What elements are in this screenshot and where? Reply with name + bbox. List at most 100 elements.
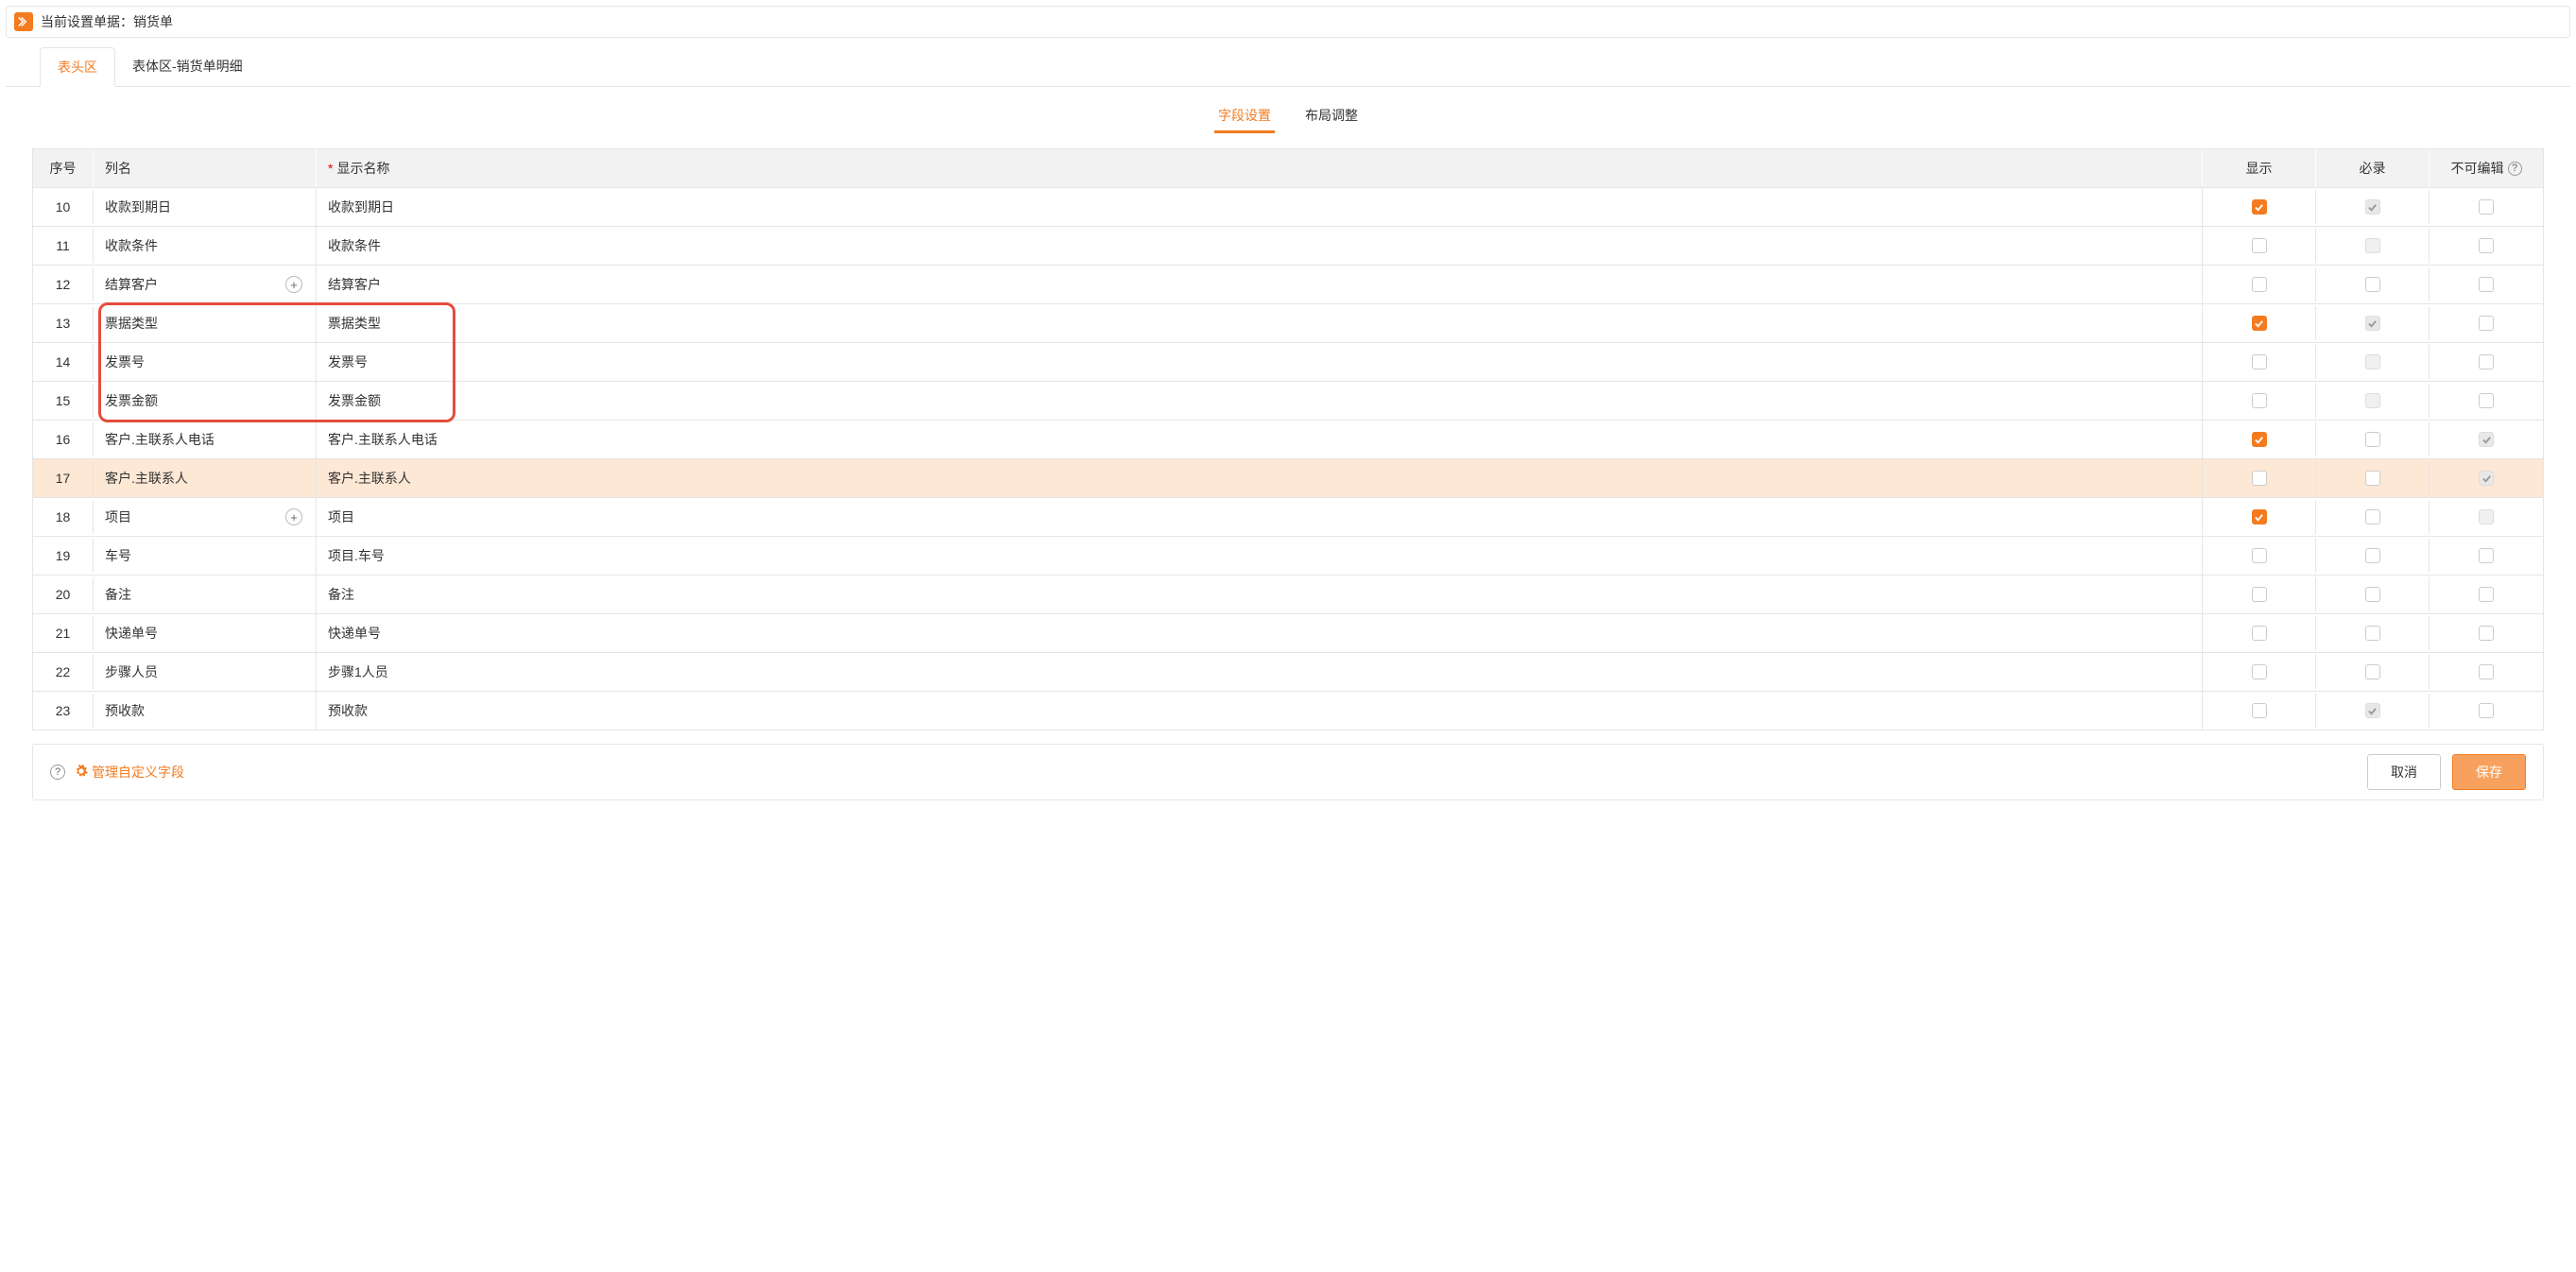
cell-displayname[interactable]: 发票号: [317, 343, 2203, 381]
checkbox-show[interactable]: [2252, 587, 2267, 602]
cell-show: [2203, 422, 2316, 456]
table-row: 21快递单号快递单号: [33, 614, 2543, 653]
checkbox-required[interactable]: [2365, 432, 2380, 447]
cell-required: [2316, 267, 2430, 301]
main-tabs: 表头区表体区-销货单明细: [6, 47, 2570, 87]
cell-locked: [2430, 539, 2543, 573]
checkbox-locked: [2479, 432, 2494, 447]
cell-displayname[interactable]: 客户.主联系人: [317, 459, 2203, 497]
cell-colname: 结算客户+: [94, 266, 317, 303]
cell-displayname[interactable]: 收款条件: [317, 227, 2203, 265]
checkbox-locked[interactable]: [2479, 664, 2494, 679]
checkbox-show[interactable]: [2252, 354, 2267, 370]
cell-locked: [2430, 500, 2543, 534]
manage-custom-fields-link[interactable]: 管理自定义字段: [75, 763, 184, 782]
checkbox-required[interactable]: [2365, 587, 2380, 602]
cell-colname: 备注: [94, 576, 317, 613]
table-row: 14发票号发票号: [33, 343, 2543, 382]
checkbox-show[interactable]: [2252, 471, 2267, 486]
cell-displayname[interactable]: 预收款: [317, 692, 2203, 730]
cell-show: [2203, 384, 2316, 418]
col-header-displayname: * 显示名称: [317, 149, 2203, 187]
checkbox-locked[interactable]: [2479, 354, 2494, 370]
table-row: 15发票金额发票金额: [33, 382, 2543, 421]
help-icon[interactable]: ?: [50, 765, 65, 780]
help-icon[interactable]: ?: [2508, 162, 2522, 176]
checkbox-required: [2365, 199, 2380, 215]
cell-displayname[interactable]: 项目.车号: [317, 537, 2203, 575]
sub-tabs: 字段设置布局调整: [6, 87, 2570, 139]
cell-displayname[interactable]: 快递单号: [317, 614, 2203, 652]
cell-displayname[interactable]: 客户.主联系人电话: [317, 421, 2203, 458]
cell-show: [2203, 190, 2316, 224]
cell-seq: 15: [33, 384, 94, 418]
cell-displayname[interactable]: 备注: [317, 576, 2203, 613]
cell-seq: 22: [33, 655, 94, 689]
cell-displayname[interactable]: 收款到期日: [317, 188, 2203, 226]
table-row: 23预收款预收款: [33, 692, 2543, 731]
cell-colname: 票据类型: [94, 304, 317, 342]
table-row: 10收款到期日收款到期日: [33, 188, 2543, 227]
cell-locked: [2430, 577, 2543, 611]
cell-show: [2203, 500, 2316, 534]
checkbox-locked[interactable]: [2479, 393, 2494, 408]
cell-seq: 21: [33, 616, 94, 650]
checkbox-required[interactable]: [2365, 471, 2380, 486]
checkbox-show[interactable]: [2252, 393, 2267, 408]
col-header-required: 必录: [2316, 149, 2430, 187]
checkbox-show[interactable]: [2252, 432, 2267, 447]
cell-required: [2316, 229, 2430, 263]
cell-colname: 步骤人员: [94, 653, 317, 691]
checkbox-show[interactable]: [2252, 238, 2267, 253]
checkbox-show[interactable]: [2252, 509, 2267, 524]
cell-displayname[interactable]: 发票金额: [317, 382, 2203, 420]
required-asterisk: *: [328, 161, 333, 176]
checkbox-locked[interactable]: [2479, 316, 2494, 331]
checkbox-required[interactable]: [2365, 626, 2380, 641]
plus-icon[interactable]: +: [285, 508, 302, 525]
cell-displayname[interactable]: 票据类型: [317, 304, 2203, 342]
cell-colname: 客户.主联系人: [94, 459, 317, 497]
checkbox-locked[interactable]: [2479, 703, 2494, 718]
main-tab-0[interactable]: 表头区: [40, 47, 115, 87]
cancel-button[interactable]: 取消: [2367, 754, 2441, 790]
checkbox-locked[interactable]: [2479, 238, 2494, 253]
sub-tab-0[interactable]: 字段设置: [1214, 100, 1275, 133]
plus-icon[interactable]: +: [285, 276, 302, 293]
checkbox-show[interactable]: [2252, 316, 2267, 331]
checkbox-required: [2365, 393, 2380, 408]
checkbox-show[interactable]: [2252, 703, 2267, 718]
table-header: 序号 列名 * 显示名称 显示 必录 不可编辑 ?: [33, 149, 2543, 188]
checkbox-show[interactable]: [2252, 199, 2267, 215]
save-button[interactable]: 保存: [2452, 754, 2526, 790]
checkbox-show[interactable]: [2252, 664, 2267, 679]
checkbox-show[interactable]: [2252, 548, 2267, 563]
cell-displayname[interactable]: 结算客户: [317, 266, 2203, 303]
cell-displayname[interactable]: 项目: [317, 498, 2203, 536]
checkbox-locked: [2479, 509, 2494, 524]
cell-required: [2316, 384, 2430, 418]
checkbox-locked[interactable]: [2479, 626, 2494, 641]
checkbox-required[interactable]: [2365, 277, 2380, 292]
cell-displayname[interactable]: 步骤1人员: [317, 653, 2203, 691]
main-tab-1[interactable]: 表体区-销货单明细: [115, 47, 260, 86]
checkbox-locked[interactable]: [2479, 587, 2494, 602]
cell-show: [2203, 306, 2316, 340]
checkbox-required[interactable]: [2365, 548, 2380, 563]
cell-show: [2203, 616, 2316, 650]
cell-seq: 16: [33, 422, 94, 456]
checkbox-locked[interactable]: [2479, 277, 2494, 292]
cell-required: [2316, 500, 2430, 534]
checkbox-required[interactable]: [2365, 664, 2380, 679]
checkbox-show[interactable]: [2252, 626, 2267, 641]
checkbox-locked[interactable]: [2479, 199, 2494, 215]
expand-icon[interactable]: [14, 12, 33, 31]
checkbox-locked[interactable]: [2479, 548, 2494, 563]
cell-colname: 发票号: [94, 343, 317, 381]
sub-tab-1[interactable]: 布局调整: [1301, 100, 1362, 133]
cell-show: [2203, 267, 2316, 301]
checkbox-required[interactable]: [2365, 509, 2380, 524]
cell-seq: 10: [33, 190, 94, 224]
checkbox-show[interactable]: [2252, 277, 2267, 292]
cell-seq: 14: [33, 345, 94, 379]
